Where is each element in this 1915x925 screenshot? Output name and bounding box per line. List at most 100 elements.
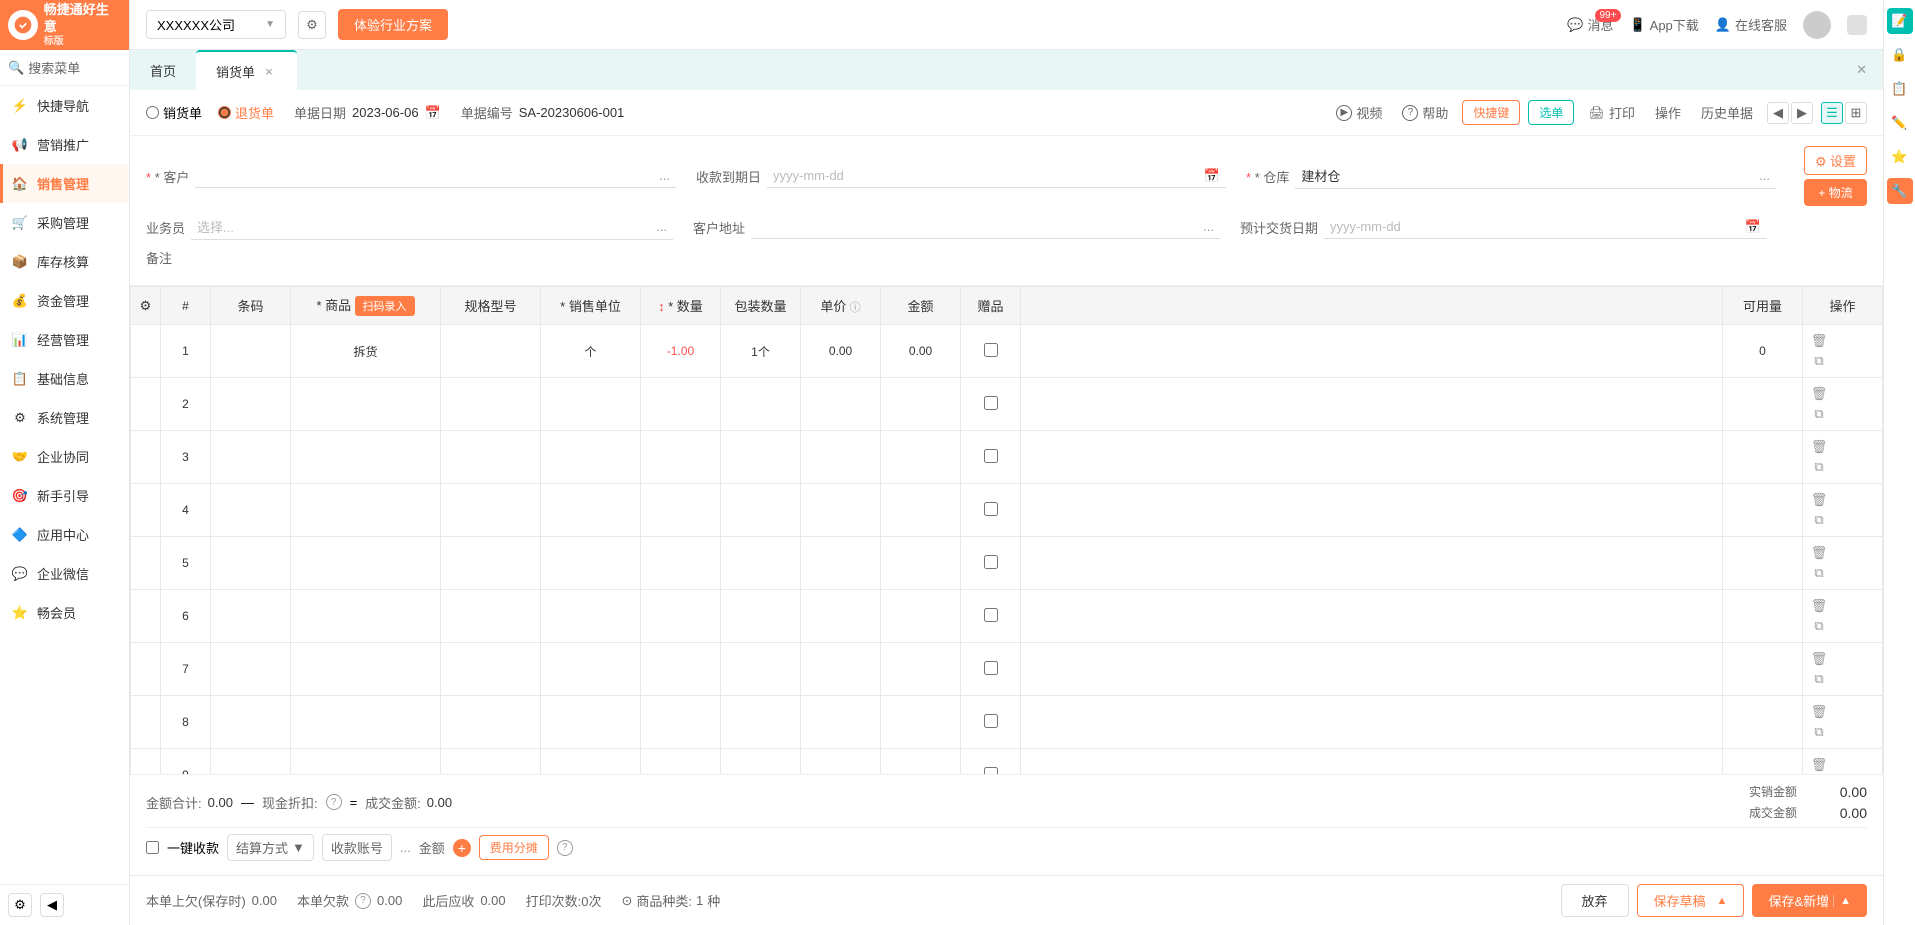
operate-action-btn[interactable]: 操作 xyxy=(1649,101,1687,124)
row-price-cell[interactable] xyxy=(801,431,881,484)
trial-button[interactable]: 体验行业方案 xyxy=(338,9,448,40)
row-pack-qty-cell[interactable] xyxy=(721,696,801,749)
settle-method-select[interactable]: 结算方式 ▼ xyxy=(227,834,314,861)
delivery-calendar-icon[interactable]: 📅 xyxy=(1745,219,1761,235)
row-quantity-cell[interactable] xyxy=(641,484,721,537)
row-quantity-cell[interactable] xyxy=(641,749,721,775)
next-arrow[interactable]: ▶ xyxy=(1791,102,1813,124)
sidebar-item-enterprise[interactable]: 🤝 企业协同 xyxy=(0,437,129,476)
delete-row-btn[interactable]: 🗑 xyxy=(1809,543,1829,563)
salesperson-input[interactable]: 选择... ... xyxy=(191,214,673,240)
right-sidebar-btn-5[interactable]: ⭐ xyxy=(1887,144,1913,170)
delete-row-btn[interactable]: 🗑 xyxy=(1809,490,1829,510)
app-download-button[interactable]: 📱 App下载 xyxy=(1629,15,1698,34)
account-select[interactable]: 收款账号 xyxy=(322,834,392,861)
return-radio[interactable] xyxy=(218,106,231,119)
row-pack-qty-cell[interactable] xyxy=(721,431,801,484)
row-amount-cell[interactable] xyxy=(881,431,961,484)
account-dots-btn[interactable]: ... xyxy=(400,840,411,855)
delete-row-btn[interactable]: 🗑 xyxy=(1809,755,1829,774)
discount-help-icon[interactable]: ? xyxy=(326,794,342,810)
one-click-pay-checkbox[interactable] xyxy=(146,841,159,854)
copy-row-btn[interactable]: ⧉ xyxy=(1809,722,1829,742)
settings-button[interactable]: ⚙ 设置 xyxy=(1804,146,1867,175)
row-pack-qty-cell[interactable] xyxy=(721,590,801,643)
sidebar-item-purchase[interactable]: 🛒 采购管理 xyxy=(0,203,129,242)
row-unit-cell[interactable] xyxy=(541,537,641,590)
sidebar-item-quick-nav[interactable]: ⚡ 快捷导航 xyxy=(0,86,129,125)
row-product-cell[interactable]: 拆货 xyxy=(291,325,441,378)
gift-checkbox[interactable] xyxy=(984,449,998,463)
row-quantity-cell[interactable] xyxy=(641,590,721,643)
row-unit-cell[interactable] xyxy=(541,590,641,643)
right-sidebar-btn-3[interactable]: 📋 xyxy=(1887,76,1913,102)
copy-row-btn[interactable]: ⧉ xyxy=(1809,351,1829,371)
gift-checkbox[interactable] xyxy=(984,714,998,728)
row-product-cell[interactable] xyxy=(291,696,441,749)
due-date-calendar-icon[interactable]: 📅 xyxy=(1204,168,1220,184)
row-quantity-cell[interactable] xyxy=(641,378,721,431)
calendar-icon[interactable]: 📅 xyxy=(425,105,441,121)
row-amount-cell[interactable] xyxy=(881,378,961,431)
history-action-btn[interactable]: 历史单据 xyxy=(1695,101,1759,124)
sidebar-item-newbie[interactable]: 🎯 新手引导 xyxy=(0,476,129,515)
row-barcode-cell[interactable] xyxy=(211,325,291,378)
save-new-button[interactable]: 保存&新增 ▲ xyxy=(1752,884,1867,917)
row-unit-cell[interactable]: 个 xyxy=(541,325,641,378)
row-product-cell[interactable] xyxy=(291,590,441,643)
due-date-input[interactable]: yyyy-mm-dd 📅 xyxy=(767,164,1226,188)
gift-checkbox[interactable] xyxy=(984,555,998,569)
row-unit-cell[interactable] xyxy=(541,378,641,431)
copy-row-btn[interactable]: ⧉ xyxy=(1809,669,1829,689)
help-action-btn[interactable]: ? 帮助 xyxy=(1396,101,1454,124)
return-radio-label[interactable]: 退货单 xyxy=(218,103,274,122)
gift-checkbox[interactable] xyxy=(984,608,998,622)
save-draft-arrow-icon[interactable]: ▲ xyxy=(1710,895,1728,907)
row-amount-cell[interactable]: 0.00 xyxy=(881,325,961,378)
add-payment-btn[interactable]: + xyxy=(453,839,471,857)
delete-row-btn[interactable]: 🗑 xyxy=(1809,331,1829,351)
delete-row-btn[interactable]: 🗑 xyxy=(1809,596,1829,616)
row-spec-cell[interactable] xyxy=(441,590,541,643)
sidebar-search[interactable]: 🔍 搜索菜单 xyxy=(0,50,129,86)
row-pack-qty-cell[interactable] xyxy=(721,749,801,775)
row-pack-qty-cell[interactable] xyxy=(721,643,801,696)
prev-arrow[interactable]: ◀ xyxy=(1767,102,1789,124)
row-pack-qty-cell[interactable] xyxy=(721,484,801,537)
sidebar-item-apps[interactable]: 🔷 应用中心 xyxy=(0,515,129,554)
row-barcode-cell[interactable] xyxy=(211,537,291,590)
row-price-cell[interactable] xyxy=(801,696,881,749)
row-quantity-cell[interactable] xyxy=(641,643,721,696)
row-spec-cell[interactable] xyxy=(441,484,541,537)
row-spec-cell[interactable] xyxy=(441,378,541,431)
gift-checkbox[interactable] xyxy=(984,502,998,516)
select-btn[interactable]: 选单 xyxy=(1528,100,1574,125)
list-view-btn[interactable]: ☰ xyxy=(1821,102,1843,124)
row-barcode-cell[interactable] xyxy=(211,643,291,696)
row-price-cell[interactable] xyxy=(801,749,881,775)
right-sidebar-btn-1[interactable]: 📝 xyxy=(1887,8,1913,34)
row-product-cell[interactable] xyxy=(291,643,441,696)
row-barcode-cell[interactable] xyxy=(211,484,291,537)
debt-help-icon[interactable]: ? xyxy=(355,893,371,909)
online-support-button[interactable]: 👤 在线客服 xyxy=(1715,15,1787,34)
row-barcode-cell[interactable] xyxy=(211,749,291,775)
row-amount-cell[interactable] xyxy=(881,643,961,696)
row-spec-cell[interactable] xyxy=(441,749,541,775)
copy-row-btn[interactable]: ⧉ xyxy=(1809,457,1829,477)
row-spec-cell[interactable] xyxy=(441,696,541,749)
grid-view-btn[interactable]: ⊞ xyxy=(1845,102,1867,124)
row-unit-cell[interactable] xyxy=(541,749,641,775)
gift-checkbox[interactable] xyxy=(984,343,998,357)
gift-checkbox[interactable] xyxy=(984,396,998,410)
tab-close-all[interactable]: ✕ xyxy=(1856,62,1883,78)
row-pack-qty-cell[interactable]: 1个 xyxy=(721,325,801,378)
sidebar-item-sales[interactable]: 🏠 销售管理 xyxy=(0,164,129,203)
copy-row-btn[interactable]: ⧉ xyxy=(1809,404,1829,424)
row-price-cell[interactable] xyxy=(801,590,881,643)
delivery-date-input[interactable]: yyyy-mm-dd 📅 xyxy=(1324,215,1767,239)
row-amount-cell[interactable] xyxy=(881,749,961,775)
video-action-btn[interactable]: ▶ 视频 xyxy=(1330,101,1388,124)
row-unit-cell[interactable] xyxy=(541,643,641,696)
row-gift-cell[interactable] xyxy=(961,431,1021,484)
